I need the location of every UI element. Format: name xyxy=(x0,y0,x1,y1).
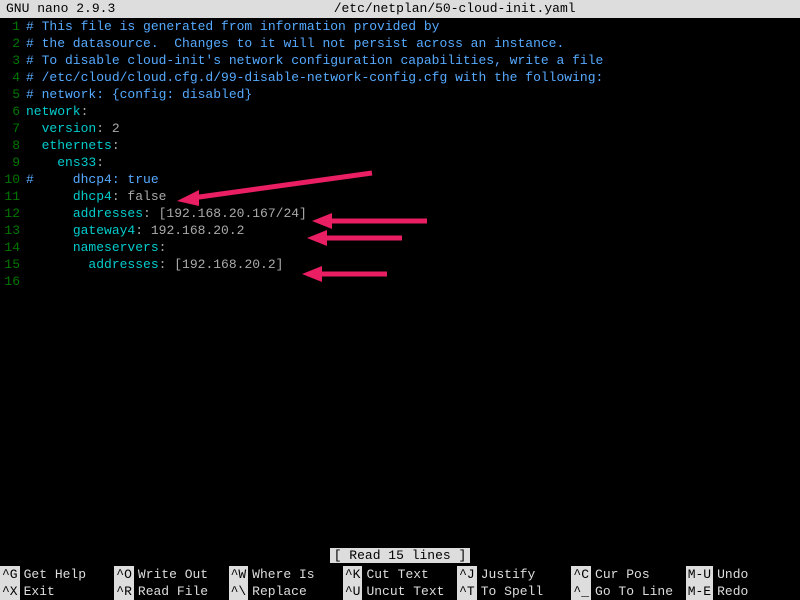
shortcut-key: ^R xyxy=(114,583,134,600)
shortcut-item[interactable]: ^_Go To Line xyxy=(571,583,685,600)
shortcut-label: Where Is xyxy=(252,566,314,583)
line-number: 10 xyxy=(0,171,20,188)
app-name: GNU nano xyxy=(6,1,68,16)
code-line[interactable]: # /etc/cloud/cloud.cfg.d/99-disable-netw… xyxy=(26,69,800,86)
shortcut-key: ^U xyxy=(343,583,363,600)
status-bar: [ Read 15 lines ] xyxy=(0,548,800,563)
shortcut-label: To Spell xyxy=(481,583,543,600)
shortcut-label: Justify xyxy=(481,566,536,583)
shortcut-key: ^_ xyxy=(571,583,591,600)
code-line[interactable]: nameservers: xyxy=(26,239,800,256)
line-number: 3 xyxy=(0,52,20,69)
shortcut-row-2: ^XExit^RRead File^\Replace^UUncut Text^T… xyxy=(0,583,800,600)
code-line[interactable]: # This file is generated from informatio… xyxy=(26,18,800,35)
shortcut-item[interactable]: ^WWhere Is xyxy=(229,566,343,583)
code-line[interactable]: # the datasource. Changes to it will not… xyxy=(26,35,800,52)
code-line[interactable]: gateway4: 192.168.20.2 xyxy=(26,222,800,239)
line-number: 2 xyxy=(0,35,20,52)
line-number: 9 xyxy=(0,154,20,171)
shortcut-item[interactable]: ^KCut Text xyxy=(343,566,457,583)
shortcut-item[interactable]: ^OWrite Out xyxy=(114,566,228,583)
shortcut-item[interactable]: ^TTo Spell xyxy=(457,583,571,600)
line-number: 4 xyxy=(0,69,20,86)
line-number: 14 xyxy=(0,239,20,256)
shortcut-item[interactable]: M-UUndo xyxy=(686,566,800,583)
line-number: 6 xyxy=(0,103,20,120)
shortcut-label: Replace xyxy=(252,583,307,600)
shortcut-bar: ^GGet Help^OWrite Out^WWhere Is^KCut Tex… xyxy=(0,566,800,600)
line-number: 1 xyxy=(0,18,20,35)
code-line[interactable] xyxy=(26,273,800,290)
line-number: 15 xyxy=(0,256,20,273)
app-version: 2.9.3 xyxy=(76,1,115,16)
shortcut-item[interactable]: ^GGet Help xyxy=(0,566,114,583)
shortcut-item[interactable]: ^XExit xyxy=(0,583,114,600)
shortcut-label: Cur Pos xyxy=(595,566,650,583)
shortcut-key: ^O xyxy=(114,566,134,583)
shortcut-key: ^J xyxy=(457,566,477,583)
line-number: 13 xyxy=(0,222,20,239)
line-gutter: 12345678910111213141516 xyxy=(0,18,22,548)
shortcut-label: Cut Text xyxy=(366,566,428,583)
code-line[interactable]: ens33: xyxy=(26,154,800,171)
shortcut-label: Undo xyxy=(717,566,748,583)
code-line[interactable]: addresses: [192.168.20.167/24] xyxy=(26,205,800,222)
shortcut-row-1: ^GGet Help^OWrite Out^WWhere Is^KCut Tex… xyxy=(0,566,800,583)
shortcut-key: M-U xyxy=(686,566,713,583)
shortcut-label: Get Help xyxy=(24,566,86,583)
line-number: 11 xyxy=(0,188,20,205)
file-path: /etc/netplan/50-cloud-init.yaml xyxy=(115,0,794,18)
shortcut-key: ^\ xyxy=(229,583,249,600)
shortcut-key: ^C xyxy=(571,566,591,583)
code-line[interactable]: version: 2 xyxy=(26,120,800,137)
shortcut-item[interactable]: ^JJustify xyxy=(457,566,571,583)
shortcut-item[interactable]: ^CCur Pos xyxy=(571,566,685,583)
status-message: [ Read 15 lines ] xyxy=(330,548,471,563)
shortcut-label: Redo xyxy=(717,583,748,600)
shortcut-label: Read File xyxy=(138,583,208,600)
shortcut-label: Write Out xyxy=(138,566,208,583)
code-line[interactable]: addresses: [192.168.20.2] xyxy=(26,256,800,273)
editor-content[interactable]: # This file is generated from informatio… xyxy=(22,18,800,548)
code-line[interactable]: # To disable cloud-init's network config… xyxy=(26,52,800,69)
shortcut-key: ^G xyxy=(0,566,20,583)
line-number: 8 xyxy=(0,137,20,154)
shortcut-label: Exit xyxy=(24,583,55,600)
code-line[interactable]: dhcp4: false xyxy=(26,188,800,205)
shortcut-item[interactable]: ^\Replace xyxy=(229,583,343,600)
shortcut-key: ^X xyxy=(0,583,20,600)
code-line[interactable]: # dhcp4: true xyxy=(26,171,800,188)
shortcut-item[interactable]: ^UUncut Text xyxy=(343,583,457,600)
editor-area[interactable]: 12345678910111213141516 # This file is g… xyxy=(0,18,800,548)
shortcut-label: Go To Line xyxy=(595,583,673,600)
line-number: 7 xyxy=(0,120,20,137)
shortcut-key: ^T xyxy=(457,583,477,600)
shortcut-item[interactable]: ^RRead File xyxy=(114,583,228,600)
shortcut-key: M-E xyxy=(686,583,713,600)
line-number: 12 xyxy=(0,205,20,222)
titlebar: GNU nano 2.9.3 /etc/netplan/50-cloud-ini… xyxy=(0,0,800,18)
code-line[interactable]: ethernets: xyxy=(26,137,800,154)
shortcut-item[interactable]: M-ERedo xyxy=(686,583,800,600)
line-number: 16 xyxy=(0,273,20,290)
shortcut-label: Uncut Text xyxy=(366,583,444,600)
line-number: 5 xyxy=(0,86,20,103)
code-line[interactable]: # network: {config: disabled} xyxy=(26,86,800,103)
shortcut-key: ^K xyxy=(343,566,363,583)
shortcut-key: ^W xyxy=(229,566,249,583)
code-line[interactable]: network: xyxy=(26,103,800,120)
